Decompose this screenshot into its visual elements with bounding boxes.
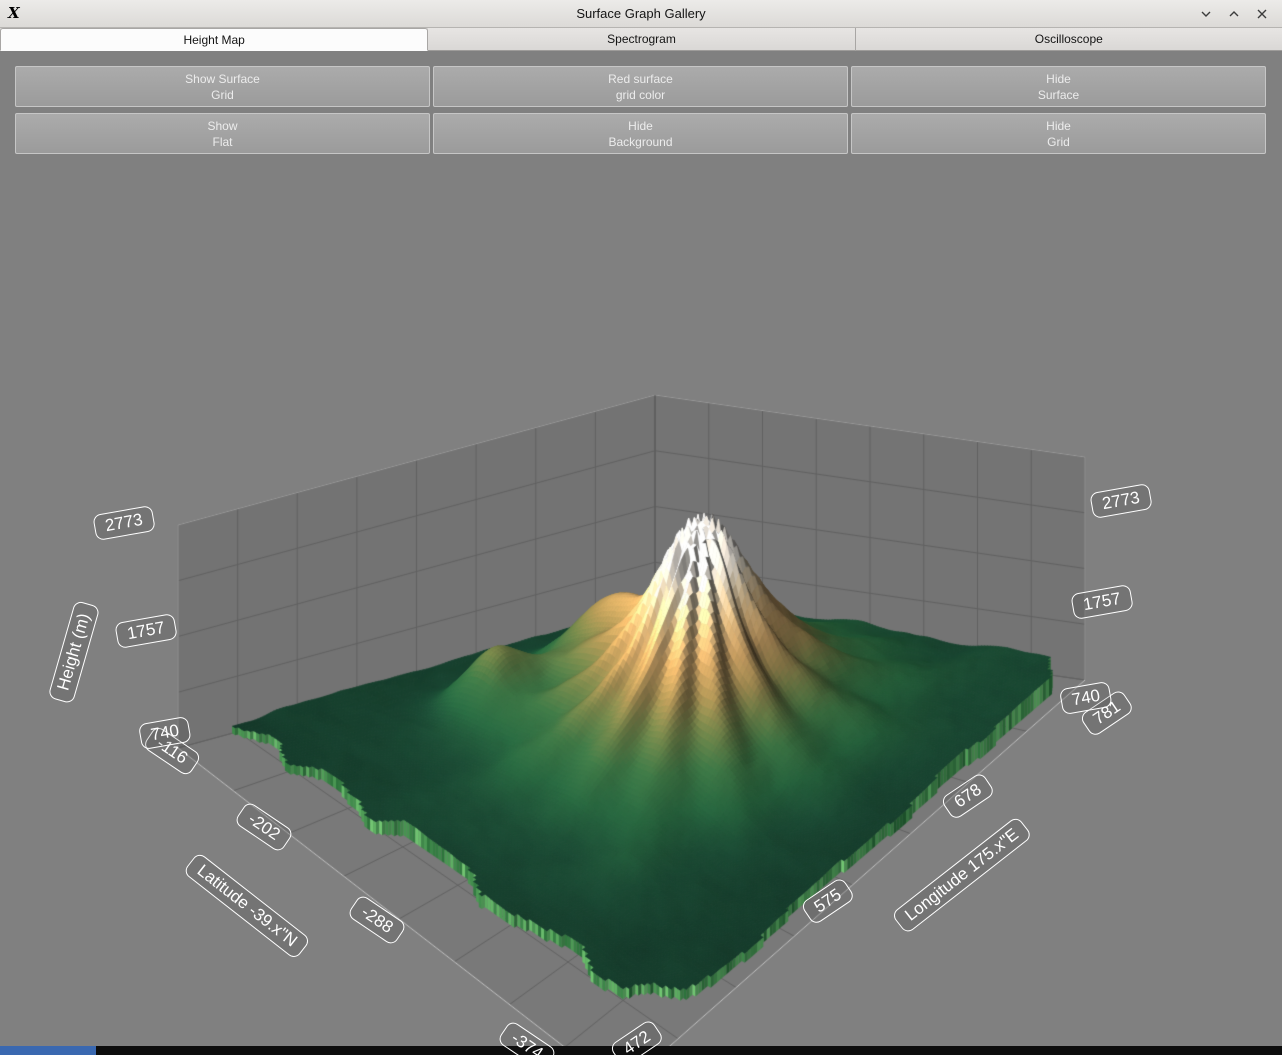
tab-height-map[interactable]: Height Map xyxy=(0,28,428,51)
button-label: Grid xyxy=(1047,134,1070,150)
tab-oscilloscope[interactable]: Oscilloscope xyxy=(856,28,1282,51)
title-bar[interactable]: X Surface Graph Gallery xyxy=(0,0,1282,28)
button-label: Show xyxy=(207,118,237,134)
chevron-down-icon xyxy=(1200,8,1212,20)
show-surface-grid-button[interactable]: Show Surface Grid xyxy=(15,66,430,107)
hide-grid-button[interactable]: Hide Grid xyxy=(851,113,1266,154)
app-icon: X xyxy=(8,6,20,21)
screen-edge-strip xyxy=(0,1046,1282,1055)
window-controls xyxy=(1198,6,1282,22)
button-label: Grid xyxy=(211,87,234,103)
close-icon xyxy=(1256,8,1268,20)
surface-plot-canvas[interactable] xyxy=(0,0,1282,1055)
button-label: Hide xyxy=(628,118,653,134)
app-window: X Surface Graph Gallery Height Map Spect… xyxy=(0,0,1282,1055)
hide-background-button[interactable]: Hide Background xyxy=(433,113,848,154)
button-label: Show Surface xyxy=(185,71,260,87)
button-label: Hide xyxy=(1046,118,1071,134)
chevron-up-icon xyxy=(1228,8,1240,20)
red-surface-grid-color-button[interactable]: Red surface grid color xyxy=(433,66,848,107)
window-title: Surface Graph Gallery xyxy=(0,6,1282,21)
hide-surface-button[interactable]: Hide Surface xyxy=(851,66,1266,107)
close-button[interactable] xyxy=(1254,6,1270,22)
tab-bar: Height Map Spectrogram Oscilloscope xyxy=(0,28,1282,51)
taskbar-accent xyxy=(0,1046,96,1055)
shade-button[interactable] xyxy=(1198,6,1214,22)
button-label: Hide xyxy=(1046,71,1071,87)
maximize-button[interactable] xyxy=(1226,6,1242,22)
toolbar: Show Surface Grid Red surface grid color… xyxy=(0,51,1282,154)
button-label: Red surface xyxy=(608,71,673,87)
tab-spectrogram[interactable]: Spectrogram xyxy=(428,28,855,51)
show-flat-button[interactable]: Show Flat xyxy=(15,113,430,154)
button-label: Surface xyxy=(1038,87,1079,103)
button-label: Background xyxy=(608,134,672,150)
button-label: Flat xyxy=(212,134,232,150)
button-label: grid color xyxy=(616,87,665,103)
